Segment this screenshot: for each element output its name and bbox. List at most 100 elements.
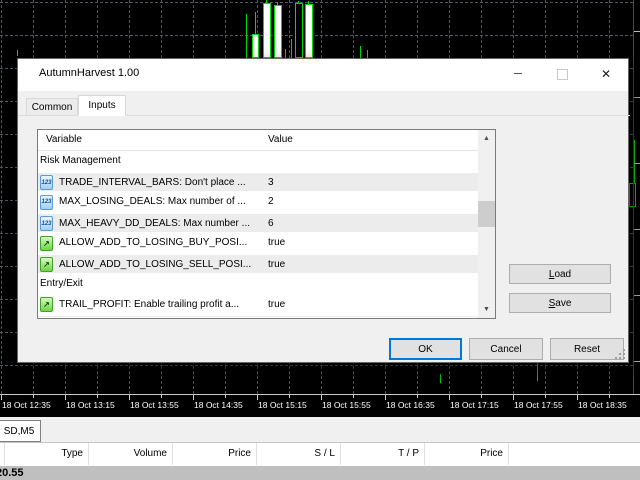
reset-button-label: Reset (573, 343, 601, 355)
time-axis-tick (353, 395, 354, 398)
time-axis-tick (289, 395, 290, 398)
minimize-icon: ─ (514, 68, 522, 80)
candle (263, 3, 271, 58)
ea-settings-dialog: AutumnHarvest 1.00 ─ ✕ Common Inputs Var… (17, 58, 630, 363)
trade-column-header[interactable]: Type (4, 443, 89, 465)
cancel-button[interactable]: Cancel (469, 338, 543, 360)
boolean-param-icon: ↗ (40, 235, 53, 251)
param-value[interactable]: 3 (268, 177, 274, 188)
cancel-button-label: Cancel (490, 343, 522, 355)
param-value[interactable]: 6 (268, 218, 274, 229)
candle-wick (537, 363, 538, 381)
param-variable: TRAIL_PROFIT: Enable trailing profit a..… (59, 298, 240, 310)
candle-wick (440, 374, 441, 383)
param-variable: TRADE_INTERVAL_BARS: Don't place ... (59, 176, 246, 188)
param-value[interactable]: true (268, 299, 285, 310)
candle (295, 3, 303, 58)
chart-tab-label: SD,M5 (3, 425, 35, 437)
param-row[interactable]: 123 MAX_LOSING_DEALS: Max number of ... 2 (38, 192, 478, 213)
time-label: 18 Oct 17:55 (514, 400, 563, 410)
metatrader-screen: 18 Oct 12:35 18 Oct 13:15 18 Oct 13:55 18 O… (0, 0, 640, 480)
ok-button[interactable]: OK (389, 338, 462, 360)
time-label: 18 Oct 15:55 (322, 400, 371, 410)
grid-line (0, 35, 633, 36)
close-button[interactable]: ✕ (584, 59, 628, 89)
bottom-panel: SD,M5 TypeVolumePriceS / LT / PPrice 20.… (0, 417, 640, 480)
param-variable: Entry/Exit (40, 278, 83, 289)
candle (274, 5, 282, 58)
time-label: 18 Oct 15:15 (258, 400, 307, 410)
time-label: 18 Oct 12:35 (2, 400, 51, 410)
integer-param-icon: 123 (40, 175, 53, 190)
param-value[interactable]: true (268, 237, 285, 248)
param-group-row[interactable]: Entry/Exit (38, 274, 478, 295)
time-label: 18 Oct 18:35 (578, 400, 627, 410)
grid-line (0, 365, 633, 366)
dialog-titlebar[interactable]: AutumnHarvest 1.00 ─ ✕ (18, 59, 628, 91)
load-button-label: Load (548, 268, 572, 280)
price-tick (634, 163, 640, 164)
tab-inputs-label: Inputs (88, 100, 116, 111)
scrollbar-thumb[interactable] (478, 201, 495, 227)
param-row[interactable]: 123 MAX_HEAVY_DD_DEALS: Max number ... 6 (38, 212, 478, 233)
trade-column-header[interactable]: Price (425, 443, 509, 465)
resize-grip[interactable] (615, 349, 625, 359)
time-label: 18 Oct 13:55 (130, 400, 179, 410)
integer-param-icon: 123 (40, 194, 53, 210)
param-row[interactable]: ↗ ALLOW_ADD_TO_LOSING_SELL_POSI... true (38, 253, 478, 274)
param-variable: MAX_HEAVY_DD_DEALS: Max number ... (59, 217, 250, 229)
param-group-row[interactable]: Risk Management (38, 151, 478, 172)
price-tick (634, 97, 640, 98)
candle (305, 4, 313, 58)
inputs-rows: Risk Management 123 TRADE_INTERVAL_BARS: D… (38, 151, 478, 318)
candle-wick (367, 50, 368, 58)
price-tick (634, 295, 640, 296)
param-value[interactable]: 2 (268, 196, 274, 207)
candle-wick (291, 39, 292, 58)
trade-column-header[interactable]: S / L (257, 443, 341, 465)
param-row[interactable]: ↗ TRAIL_PROFIT: Enable trailing profit a.… (38, 294, 478, 315)
time-axis-tick (225, 395, 226, 398)
trade-column-header[interactable]: Price (173, 443, 257, 465)
time-axis-line (0, 394, 640, 395)
scroll-up-arrow[interactable]: ▲ (478, 130, 495, 147)
price-tick (634, 229, 640, 230)
tab-common[interactable]: Common (26, 98, 78, 116)
time-axis-tick (609, 395, 610, 398)
param-variable: Risk Management (40, 155, 121, 166)
tab-common-label: Common (31, 102, 73, 113)
trade-column-header[interactable]: Volume (89, 443, 173, 465)
boolean-param-icon: ↗ (40, 297, 53, 312)
price-tick (634, 361, 640, 362)
param-value[interactable]: true (268, 259, 285, 270)
candle-wick (17, 50, 18, 56)
balance-value: 20.55 (0, 467, 24, 479)
candle-wick (255, 12, 256, 34)
time-axis-tick (97, 395, 98, 398)
save-button[interactable]: Save (509, 293, 611, 313)
chart-window-tab[interactable]: SD,M5 (0, 420, 41, 442)
minimize-button[interactable]: ─ (496, 59, 540, 89)
trade-column-header[interactable]: T / P (341, 443, 425, 465)
price-axis-separator (633, 0, 634, 394)
vertical-scrollbar[interactable]: ▲ ▼ (478, 130, 495, 318)
scroll-down-arrow[interactable]: ▼ (478, 301, 495, 318)
param-row[interactable]: ↗ (38, 315, 478, 318)
grid-line (1, 0, 2, 394)
candle-wick (246, 14, 247, 58)
tab-inputs[interactable]: Inputs (78, 95, 126, 116)
boolean-param-icon: ↗ (40, 257, 53, 272)
param-row[interactable]: 123 TRADE_INTERVAL_BARS: Don't place ... 3 (38, 171, 478, 192)
variable-column-header[interactable]: Variable (46, 134, 82, 145)
time-axis-tick (417, 395, 418, 398)
value-column-header[interactable]: Value (268, 134, 293, 145)
boolean-param-icon: ↗ (40, 319, 53, 320)
candle (252, 34, 259, 58)
time-label: 18 Oct 16:35 (386, 400, 435, 410)
reset-button[interactable]: Reset (550, 338, 624, 360)
account-summary-row: 20.55 (0, 466, 640, 480)
param-row[interactable]: ↗ ALLOW_ADD_TO_LOSING_BUY_POSI... true (38, 233, 478, 254)
time-axis-tick (33, 395, 34, 398)
load-button[interactable]: Load (509, 264, 611, 284)
ok-button-label: OK (418, 343, 433, 355)
